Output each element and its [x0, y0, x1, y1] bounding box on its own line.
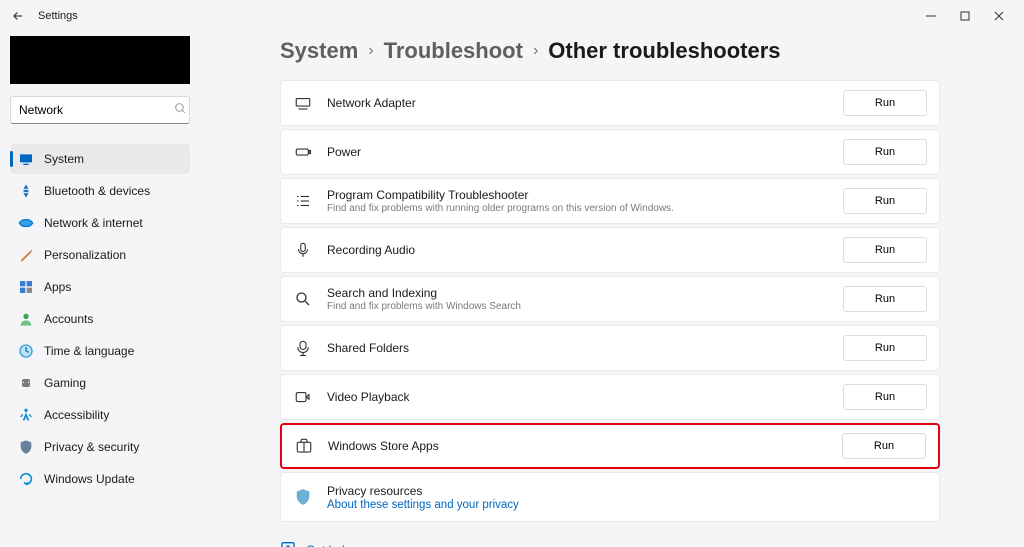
search-field[interactable] [10, 96, 190, 124]
nav-item-accessibility[interactable]: Accessibility [10, 400, 190, 430]
nav-label: Gaming [44, 376, 86, 390]
crumb-current: Other troubleshooters [548, 38, 780, 64]
troubleshooter-icon [293, 240, 313, 260]
nav-label: Windows Update [44, 472, 135, 486]
nav-item-windows-update[interactable]: Windows Update [10, 464, 190, 494]
breadcrumb: System › Troubleshoot › Other troublesho… [280, 38, 984, 64]
troubleshooter-item: Search and IndexingFind and fix problems… [280, 276, 940, 322]
run-button[interactable]: Run [843, 90, 927, 116]
nav-icon [18, 279, 34, 295]
titlebar: Settings [0, 0, 1024, 32]
nav-item-accounts[interactable]: Accounts [10, 304, 190, 334]
help-icon [280, 540, 296, 547]
troubleshooter-item: Shared Folders Run [280, 325, 940, 371]
nav-label: Bluetooth & devices [44, 184, 150, 198]
troubleshooter-icon [293, 387, 313, 407]
troubleshooter-title: Search and Indexing [327, 286, 829, 300]
close-button[interactable] [982, 4, 1016, 28]
privacy-link[interactable]: About these settings and your privacy [327, 499, 927, 511]
nav-icon [18, 407, 34, 423]
search-input[interactable] [19, 103, 174, 117]
troubleshooter-title: Power [327, 145, 829, 159]
nav-label: Accessibility [44, 408, 109, 422]
nav-item-system[interactable]: System [10, 144, 190, 174]
nav-item-privacy-security[interactable]: Privacy & security [10, 432, 190, 462]
troubleshooter-item: Windows Store Apps Run [280, 423, 940, 469]
troubleshooter-icon [293, 289, 313, 309]
nav-label: Personalization [44, 248, 126, 262]
run-button[interactable]: Run [843, 188, 927, 214]
search-icon [174, 102, 187, 118]
nav-icon [18, 151, 34, 167]
maximize-button[interactable] [948, 4, 982, 28]
nav-item-time-language[interactable]: Time & language [10, 336, 190, 366]
troubleshooter-title: Video Playback [327, 390, 829, 404]
troubleshooter-icon [293, 191, 313, 211]
troubleshooter-desc: Find and fix problems with Windows Searc… [327, 301, 829, 312]
troubleshooter-item: Network Adapter Run [280, 80, 940, 126]
crumb-system[interactable]: System [280, 38, 358, 64]
run-button[interactable]: Run [843, 139, 927, 165]
nav-icon [18, 471, 34, 487]
nav-icon [18, 215, 34, 231]
troubleshooter-title: Shared Folders [327, 341, 829, 355]
nav-icon [18, 343, 34, 359]
nav-item-apps[interactable]: Apps [10, 272, 190, 302]
troubleshooter-icon [293, 93, 313, 113]
run-button[interactable]: Run [843, 384, 927, 410]
chevron-right-icon: › [533, 42, 538, 60]
nav-icon [18, 183, 34, 199]
nav-item-gaming[interactable]: Gaming [10, 368, 190, 398]
nav-label: Time & language [44, 344, 134, 358]
troubleshooter-item: Program Compatibility TroubleshooterFind… [280, 178, 940, 224]
sidebar: System Bluetooth & devices Network & inter… [0, 32, 200, 547]
troubleshooter-icon [293, 338, 313, 358]
nav-label: Accounts [44, 312, 93, 326]
run-button[interactable]: Run [843, 237, 927, 263]
privacy-title: Privacy resources [327, 484, 927, 498]
nav-icon [18, 247, 34, 263]
main-panel: System › Troubleshoot › Other troublesho… [200, 32, 1024, 547]
nav-label: Privacy & security [44, 440, 139, 454]
nav-icon [18, 311, 34, 327]
window-title: Settings [38, 10, 78, 22]
troubleshooter-title: Recording Audio [327, 243, 829, 257]
minimize-button[interactable] [914, 4, 948, 28]
run-button[interactable]: Run [843, 286, 927, 312]
nav-item-network-internet[interactable]: Network & internet [10, 208, 190, 238]
nav-label: Apps [44, 280, 71, 294]
nav-icon [18, 375, 34, 391]
troubleshooter-desc: Find and fix problems with running older… [327, 203, 829, 214]
account-box[interactable] [10, 36, 190, 84]
nav-item-personalization[interactable]: Personalization [10, 240, 190, 270]
troubleshooter-title: Network Adapter [327, 96, 829, 110]
nav-item-bluetooth-devices[interactable]: Bluetooth & devices [10, 176, 190, 206]
troubleshooter-title: Program Compatibility Troubleshooter [327, 188, 829, 202]
nav-list: System Bluetooth & devices Network & inter… [10, 144, 190, 494]
troubleshooter-list: Network AdapterRunPowerRunProgram Compat… [280, 80, 940, 469]
troubleshooter-icon [293, 142, 313, 162]
run-button[interactable]: Run [842, 433, 926, 459]
nav-label: Network & internet [44, 216, 143, 230]
shield-icon [293, 487, 313, 507]
troubleshooter-item: Power Run [280, 129, 940, 175]
crumb-troubleshoot[interactable]: Troubleshoot [384, 38, 523, 64]
troubleshooter-icon [294, 436, 314, 456]
back-button[interactable] [8, 6, 28, 26]
run-button[interactable]: Run [843, 335, 927, 361]
get-help-link[interactable]: Get help [280, 540, 984, 547]
help-label: Get help [306, 543, 351, 547]
troubleshooter-item: Recording Audio Run [280, 227, 940, 273]
chevron-right-icon: › [368, 42, 373, 60]
troubleshooter-item: Video Playback Run [280, 374, 940, 420]
privacy-resources-item[interactable]: Privacy resources About these settings a… [280, 472, 940, 522]
troubleshooter-title: Windows Store Apps [328, 439, 828, 453]
nav-label: System [44, 152, 84, 166]
nav-icon [18, 439, 34, 455]
